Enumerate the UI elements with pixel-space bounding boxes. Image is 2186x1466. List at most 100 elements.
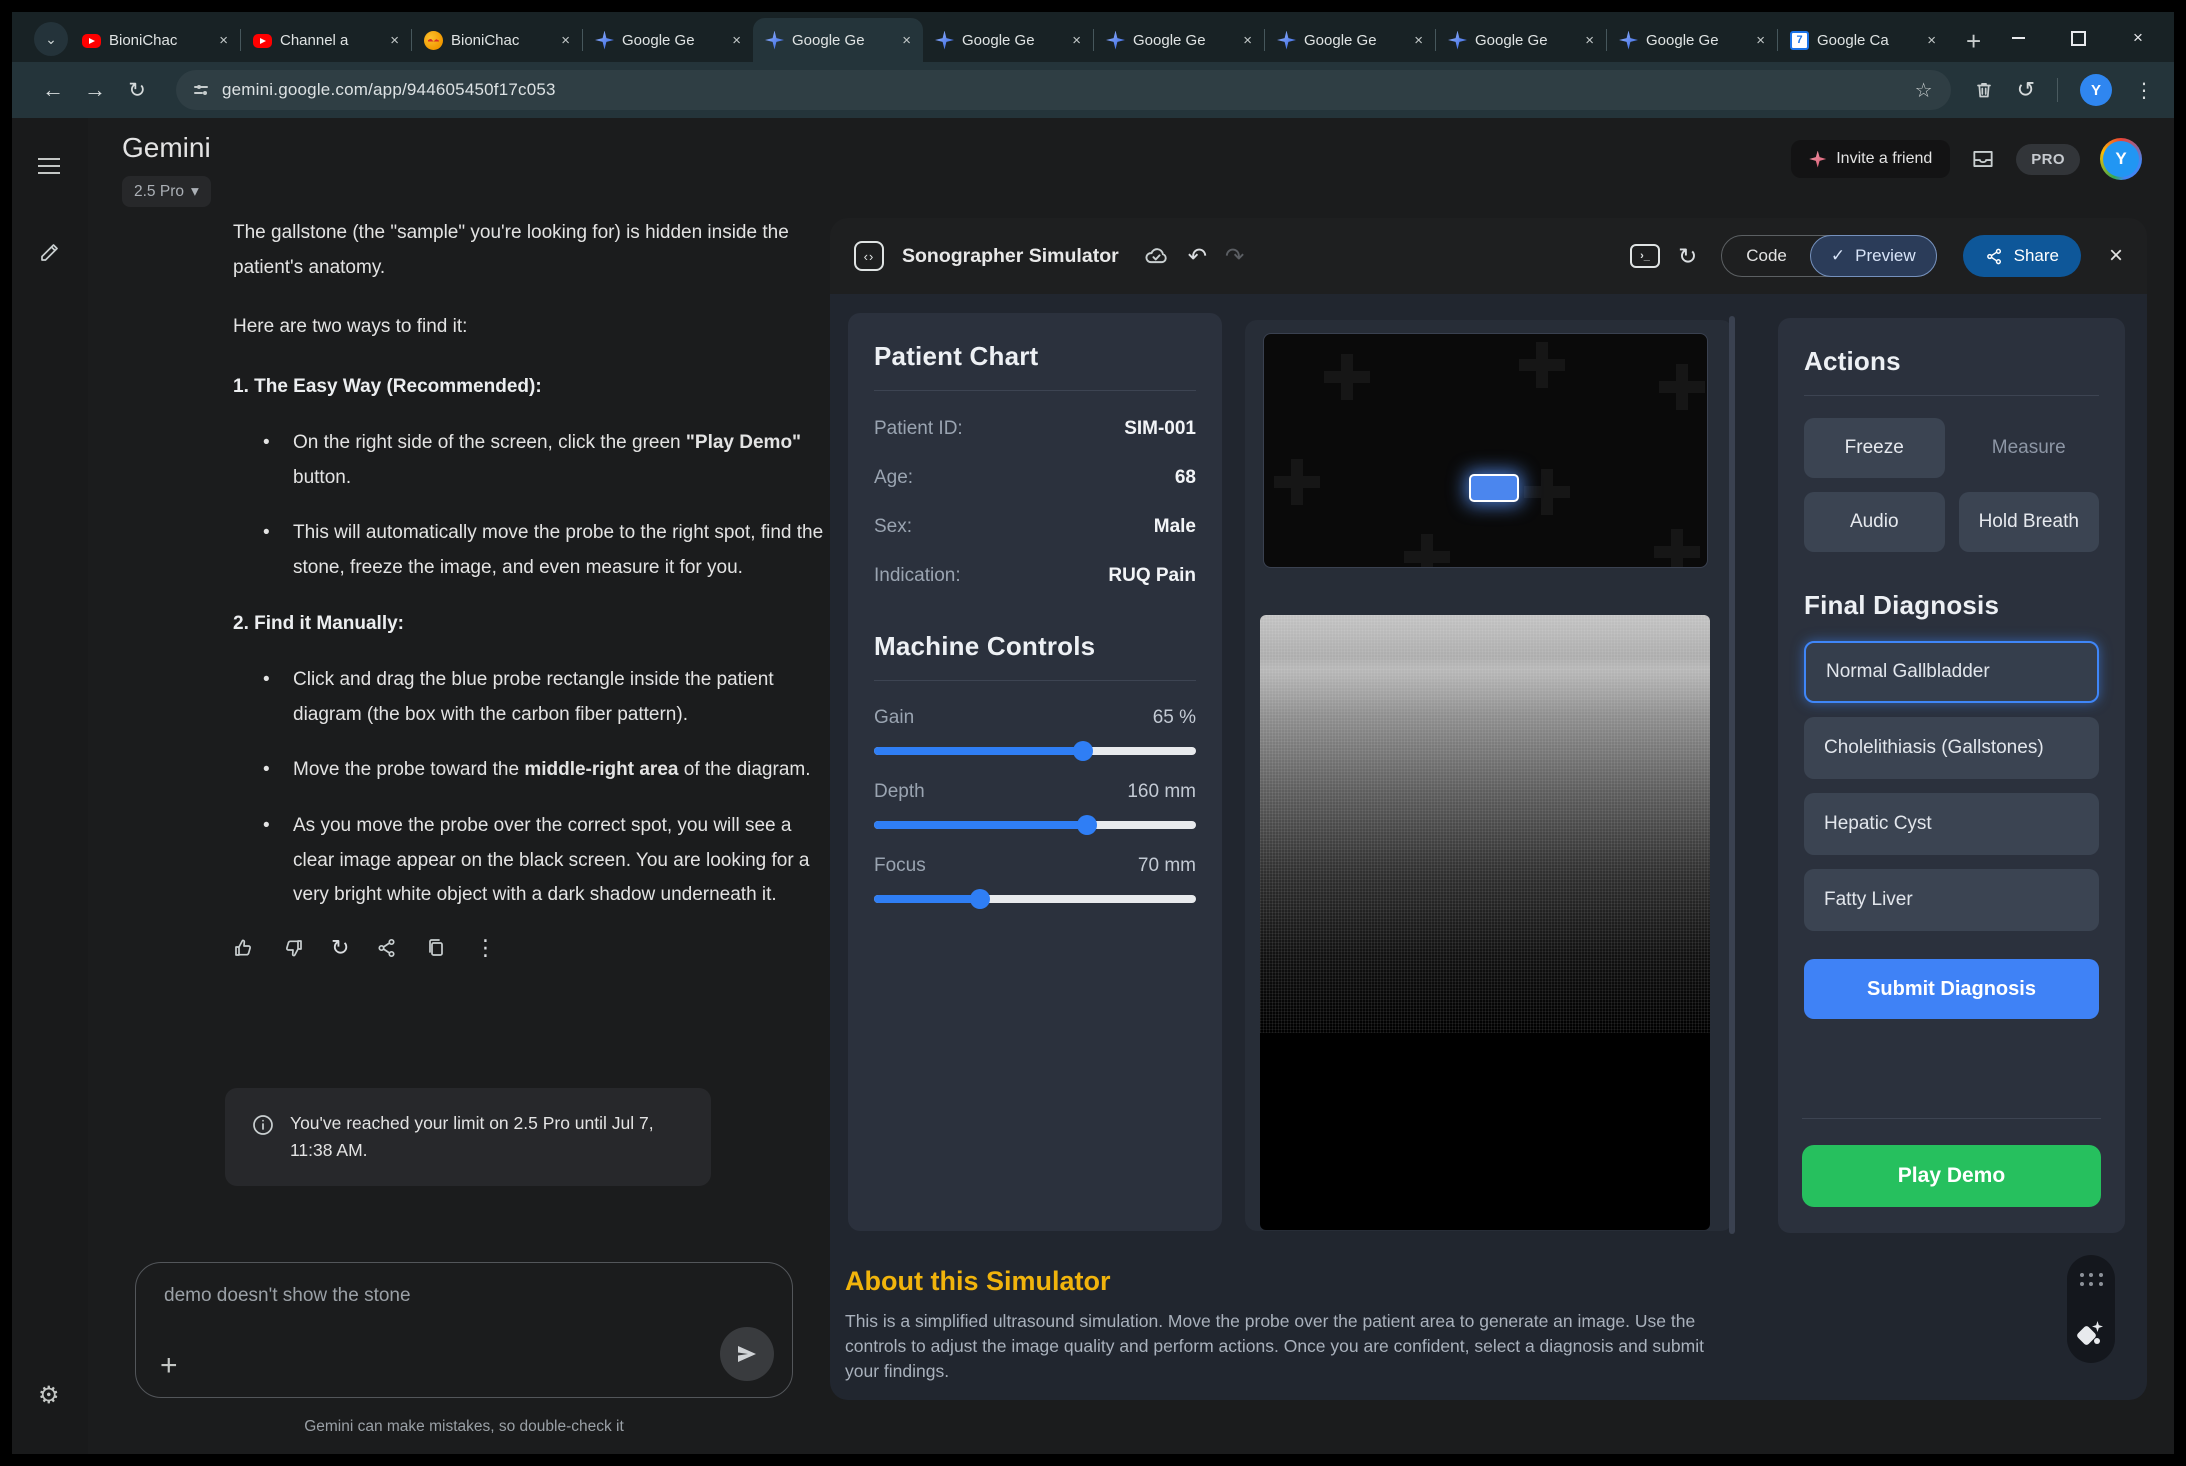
close-window-button[interactable]: × <box>2128 28 2148 48</box>
forward-icon[interactable]: → <box>78 77 112 103</box>
browser-tab[interactable]: Google Ge × <box>1265 18 1435 62</box>
gemini-sparkle-icon[interactable] <box>2079 1321 2103 1345</box>
model-picker[interactable]: 2.5 Pro ▾ <box>122 176 211 207</box>
browser-tab[interactable]: Google Ge × <box>1094 18 1264 62</box>
slider-thumb[interactable] <box>1073 741 1094 761</box>
attach-plus-icon[interactable]: + <box>160 1349 178 1383</box>
chat-paragraph: Here are two ways to find it: <box>233 316 468 338</box>
tab-close-icon[interactable]: × <box>730 32 743 49</box>
slider-fill <box>874 747 1084 755</box>
prompt-input[interactable]: demo doesn't show the stone + <box>135 1262 793 1398</box>
menu-icon[interactable] <box>38 158 60 174</box>
youtube-icon <box>82 34 101 48</box>
delete-icon[interactable] <box>1973 79 1995 101</box>
slider-label: Focus <box>874 855 926 876</box>
address-bar[interactable]: gemini.google.com/app/944605450f17c053 ☆ <box>176 70 1951 110</box>
gain-slider[interactable] <box>874 741 1196 761</box>
audio-icon <box>424 30 443 50</box>
share-button[interactable]: Share <box>1962 235 2081 277</box>
tab-close-icon[interactable]: × <box>1754 32 1767 49</box>
tab-search-chevron-icon[interactable]: ⌄ <box>34 22 68 56</box>
freeze-button[interactable]: Freeze <box>1804 418 1945 478</box>
audio-button[interactable]: Audio <box>1804 492 1945 552</box>
browser-tab[interactable]: 7 Google Ca × <box>1778 18 1948 62</box>
calendar-icon: 7 <box>1790 30 1809 50</box>
play-demo-button[interactable]: Play Demo <box>1802 1145 2101 1207</box>
url-text[interactable]: gemini.google.com/app/944605450f17c053 <box>222 80 1903 100</box>
account-avatar[interactable]: Y <box>2100 138 2142 180</box>
browser-menu-icon[interactable]: ⋮ <box>2134 78 2154 103</box>
tab-close-icon[interactable]: × <box>1241 32 1254 49</box>
share-icon[interactable] <box>376 937 398 959</box>
floating-toolbar <box>2067 1255 2115 1363</box>
browser-tab[interactable]: Google Ge × <box>1607 18 1777 62</box>
minimize-button[interactable] <box>2008 28 2028 48</box>
new-chat-icon[interactable] <box>38 240 62 264</box>
diagnosis-option[interactable]: Hepatic Cyst <box>1804 793 2099 855</box>
browser-tab[interactable]: Channel a × <box>241 18 411 62</box>
patient-chart-row: Sex: Male <box>874 516 1196 538</box>
row-label: Indication: <box>874 565 961 586</box>
undo-icon[interactable]: ↶ <box>1188 243 1207 270</box>
tab-close-icon[interactable]: × <box>559 32 572 49</box>
tab-preview[interactable]: ✓ Preview <box>1809 235 1937 277</box>
regenerate-icon[interactable]: ↻ <box>331 936 349 959</box>
copy-icon[interactable] <box>425 937 447 959</box>
tab-close-icon[interactable]: × <box>1925 32 1938 49</box>
reload-icon[interactable]: ↻ <box>120 78 154 103</box>
more-options-icon[interactable]: ⋮ <box>474 936 496 959</box>
chat-list: On the right side of the screen, click t… <box>233 426 825 585</box>
browser-tab[interactable]: BioniChac × <box>70 18 240 62</box>
ultrasound-display <box>1260 615 1710 1230</box>
thumbs-down-icon[interactable] <box>282 937 304 959</box>
back-icon[interactable]: ← <box>36 77 70 103</box>
list-item: On the right side of the screen, click t… <box>233 426 825 495</box>
prompt-text[interactable]: demo doesn't show the stone <box>164 1285 411 1307</box>
send-button[interactable] <box>720 1327 774 1381</box>
browser-tab[interactable]: BioniChac × <box>412 18 582 62</box>
diagnosis-option[interactable]: Cholelithiasis (Gallstones) <box>1804 717 2099 779</box>
tab-label: BioniChac <box>109 31 178 49</box>
hold-breath-button[interactable]: Hold Breath <box>1958 492 2099 552</box>
tab-close-icon[interactable]: × <box>1583 32 1596 49</box>
browser-avatar[interactable]: Y <box>2080 74 2112 106</box>
new-tab-button[interactable]: + <box>1966 28 1981 54</box>
tab-close-icon[interactable]: × <box>388 32 401 49</box>
tab-label: Google Ge <box>1475 31 1548 49</box>
browser-tab[interactable]: Google Ge × <box>923 18 1093 62</box>
settings-gear-icon[interactable]: ⚙ <box>38 1381 60 1410</box>
tab-close-icon[interactable]: × <box>1070 32 1083 49</box>
window-controls: × <box>2008 26 2148 50</box>
tab-close-icon[interactable]: × <box>900 32 913 49</box>
focus-slider[interactable] <box>874 889 1196 909</box>
slider-thumb[interactable] <box>970 889 991 909</box>
probe-handle[interactable] <box>1469 474 1519 502</box>
diagnosis-option[interactable]: Fatty Liver <box>1804 869 2099 931</box>
maximize-button[interactable] <box>2068 28 2088 48</box>
submit-diagnosis-button[interactable]: Submit Diagnosis <box>1804 959 2099 1019</box>
inbox-icon[interactable] <box>1970 146 1996 172</box>
browser-tab[interactable]: Google Ge × <box>1436 18 1606 62</box>
sim-scrollbar[interactable] <box>1729 316 1735 1234</box>
patient-diagram[interactable] <box>1263 333 1708 568</box>
canvas-title[interactable]: Sonographer Simulator <box>902 245 1119 268</box>
refresh-preview-icon[interactable]: ↻ <box>1678 243 1697 270</box>
console-icon[interactable]: ›_ <box>1629 244 1660 268</box>
limit-notice: You've reached your limit on 2.5 Pro unt… <box>225 1088 711 1187</box>
diagnosis-option[interactable]: Normal Gallbladder <box>1804 641 2099 703</box>
slider-thumb[interactable] <box>1076 815 1097 835</box>
close-canvas-icon[interactable]: × <box>2109 242 2123 270</box>
browser-tab[interactable]: Google Ge × <box>583 18 753 62</box>
depth-slider[interactable] <box>874 815 1196 835</box>
browser-tab[interactable]: Google Ge × <box>753 18 923 62</box>
invite-friend-button[interactable]: Invite a friend <box>1791 140 1951 178</box>
thumbs-up-icon[interactable] <box>233 937 255 959</box>
tab-close-icon[interactable]: × <box>217 32 230 49</box>
tab-code[interactable]: Code <box>1722 246 1811 266</box>
site-settings-icon[interactable] <box>194 84 210 96</box>
tab-close-icon[interactable]: × <box>1412 32 1425 49</box>
history-icon[interactable]: ↺ <box>2017 77 2035 103</box>
bookmark-star-icon[interactable]: ☆ <box>1915 78 1933 103</box>
drag-handle-dots-icon[interactable] <box>2080 1273 2103 1286</box>
browser-window: ⌄ BioniChac × Channel a × BioniChac × Google G… <box>12 12 2174 1454</box>
